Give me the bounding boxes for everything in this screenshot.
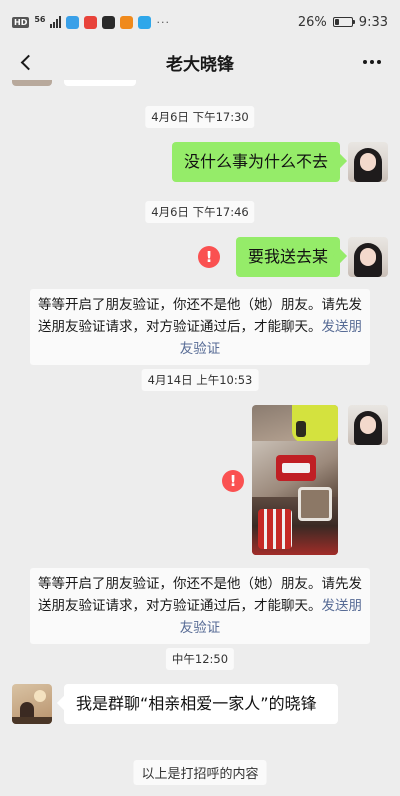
- status-bar: HD 56 ··· 26% 9:33: [0, 0, 400, 44]
- send-failed-icon[interactable]: !: [198, 246, 220, 268]
- timestamp: 4月6日 下午17:30: [145, 106, 255, 128]
- chat-scroll-area[interactable]: 4月6日 下午17:30 没什么事为什么不去 4月6日 下午17:46 ! 要我…: [0, 80, 400, 796]
- clock: 9:33: [358, 14, 388, 30]
- greeting-end-notice: 以上是打招呼的内容: [133, 760, 267, 785]
- app-icon-orange: [120, 15, 134, 29]
- notice-text: 等等开启了朋友验证，你还不是他（她）朋友。请先发送朋友验证请求，对方验证通过后，…: [38, 297, 362, 335]
- status-right: 26% 9:33: [298, 15, 388, 30]
- app-icon-dark: [102, 15, 116, 29]
- timestamp: 4月6日 下午17:46: [145, 201, 255, 223]
- received-message-bubble[interactable]: 我是群聊“相亲相爱一家人”的晓锋: [64, 684, 338, 724]
- more-dot-icon: [363, 60, 367, 64]
- chat-title: 老大晓锋: [166, 54, 234, 75]
- cut-off-bubble: [64, 80, 136, 86]
- sent-message-bubble[interactable]: 没什么事为什么不去: [171, 142, 340, 182]
- chat-header: 老大晓锋: [0, 44, 400, 80]
- self-avatar[interactable]: [348, 142, 388, 182]
- back-button[interactable]: [12, 48, 40, 76]
- system-notice: 等等开启了朋友验证，你还不是他（她）朋友。请先发送朋友验证请求，对方验证通过后，…: [30, 568, 370, 644]
- status-left: HD 56 ···: [12, 14, 170, 29]
- system-notice: 等等开启了朋友验证，你还不是他（她）朋友。请先发送朋友验证请求，对方验证通过后，…: [30, 289, 370, 365]
- app-icon-blue: [66, 15, 80, 29]
- sent-message-bubble[interactable]: 要我送去某: [235, 237, 340, 277]
- signal-bars-icon: [50, 16, 62, 28]
- more-notifications-icon: ···: [156, 15, 170, 29]
- hd-indicator: HD: [12, 16, 30, 28]
- self-avatar[interactable]: [348, 237, 388, 277]
- more-options-button[interactable]: [358, 48, 386, 76]
- self-avatar[interactable]: [348, 405, 388, 445]
- battery-fill: [334, 19, 339, 25]
- chevron-left-icon: [20, 54, 37, 70]
- battery-icon: [332, 17, 355, 27]
- app-icon-sky: [138, 15, 152, 29]
- contact-avatar[interactable]: [12, 684, 52, 724]
- send-failed-icon[interactable]: !: [222, 470, 244, 492]
- timestamp: 4月14日 上午10:53: [141, 369, 259, 391]
- timestamp: 中午12:50: [165, 648, 235, 670]
- more-dot-icon: [370, 60, 374, 64]
- cut-off-avatar: [12, 80, 52, 86]
- more-dot-icon: [377, 60, 381, 64]
- app-icon-red: [84, 15, 98, 29]
- network-signal-label: 56: [34, 14, 46, 24]
- battery-percent: 26%: [297, 14, 327, 30]
- sent-image-message[interactable]: [252, 405, 338, 555]
- notice-text: 等等开启了朋友验证，你还不是他（她）朋友。请先发送朋友验证请求，对方验证通过后，…: [38, 576, 362, 614]
